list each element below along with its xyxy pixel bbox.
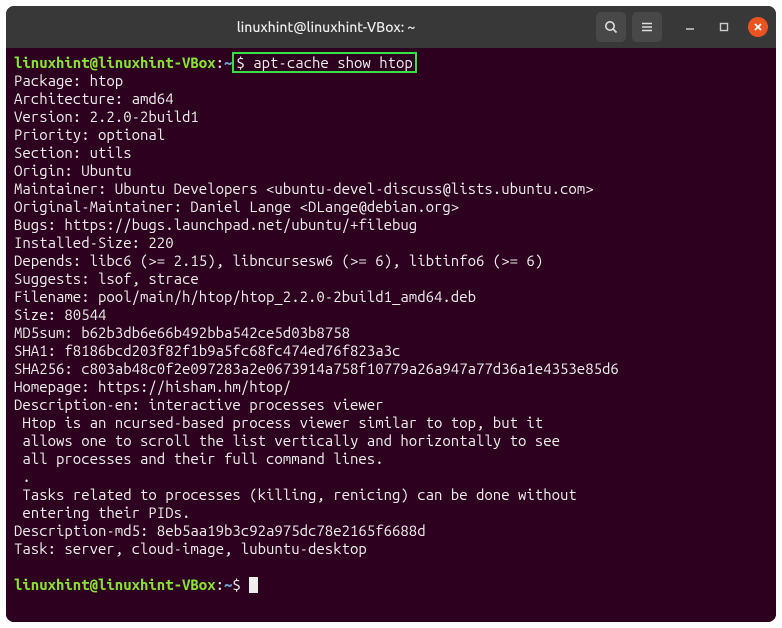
titlebar: linuxhint@linuxhint-VBox: ~: [6, 6, 776, 48]
out-desc-l1: Htop is an ncursed-based process viewer …: [14, 414, 543, 431]
prompt2-dollar: $: [232, 576, 240, 593]
out-depends: Depends: libc6 (>= 2.15), libncursesw6 (…: [14, 252, 543, 269]
search-icon: [604, 20, 618, 34]
out-architecture: Architecture: amd64: [14, 90, 174, 107]
out-desc-l5: Tasks related to processes (killing, ren…: [14, 486, 577, 503]
out-desc-l2: allows one to scroll the list vertically…: [14, 432, 560, 449]
prompt-user-host: linuxhint@linuxhint-VBox: [14, 54, 216, 71]
maximize-button[interactable]: [714, 17, 734, 37]
out-desc-l6: entering their PIDs.: [14, 504, 190, 521]
out-section: Section: utils: [14, 144, 132, 161]
command-highlight: $ apt-cache show htop: [232, 52, 416, 73]
minimize-button[interactable]: [680, 17, 700, 37]
out-priority: Priority: optional: [14, 126, 165, 143]
out-desc-l4: .: [14, 468, 31, 485]
out-maintainer: Maintainer: Ubuntu Developers <ubuntu-de…: [14, 180, 594, 197]
out-bugs: Bugs: https://bugs.launchpad.net/ubuntu/…: [14, 216, 417, 233]
out-description-md5: Description-md5: 8eb5aa19b3c92a975dc78e2…: [14, 522, 426, 539]
search-button[interactable]: [596, 12, 626, 42]
maximize-icon: [718, 21, 730, 33]
out-suggests: Suggests: lsof, strace: [14, 270, 199, 287]
menu-button[interactable]: [632, 12, 662, 42]
minimize-icon: [684, 21, 696, 33]
terminal-window: linuxhint@linuxhint-VBox: ~ linuxhint@li…: [6, 6, 776, 622]
out-filename: Filename: pool/main/h/htop/htop_2.2.0-2b…: [14, 288, 476, 305]
out-description-en: Description-en: interactive processes vi…: [14, 396, 384, 413]
out-size: Size: 80544: [14, 306, 106, 323]
out-desc-l3: all processes and their full command lin…: [14, 450, 384, 467]
out-homepage: Homepage: https://hisham.hm/htop/: [14, 378, 291, 395]
out-md5sum: MD5sum: b62b3db6e66b492bba542ce5d03b8758: [14, 324, 350, 341]
out-origin: Origin: Ubuntu: [14, 162, 132, 179]
command-text: apt-cache show htop: [253, 54, 413, 71]
close-button[interactable]: [748, 17, 768, 37]
hamburger-icon: [640, 20, 654, 34]
out-package: Package: htop: [14, 72, 123, 89]
prompt2-colon: :: [216, 576, 224, 593]
terminal-body[interactable]: linuxhint@linuxhint-VBox:~$ apt-cache sh…: [6, 48, 776, 622]
prompt-dollar: $: [236, 54, 244, 71]
cursor: [249, 577, 258, 593]
close-icon: [752, 21, 764, 33]
window-controls: [680, 17, 768, 37]
prompt2-user-host: linuxhint@linuxhint-VBox: [14, 576, 216, 593]
out-installed-size: Installed-Size: 220: [14, 234, 174, 251]
prompt-colon: :: [216, 54, 224, 71]
out-sha256: SHA256: c803ab48c0f2e097283a2e0673914a75…: [14, 360, 619, 377]
out-task: Task: server, cloud-image, lubuntu-deskt…: [14, 540, 367, 557]
out-sha1: SHA1: f8186bcd203f82f1b9a5fc68fc474ed76f…: [14, 342, 400, 359]
out-original-maintainer: Original-Maintainer: Daniel Lange <DLang…: [14, 198, 459, 215]
window-title: linuxhint@linuxhint-VBox: ~: [62, 19, 590, 35]
out-version: Version: 2.2.0-2build1: [14, 108, 199, 125]
